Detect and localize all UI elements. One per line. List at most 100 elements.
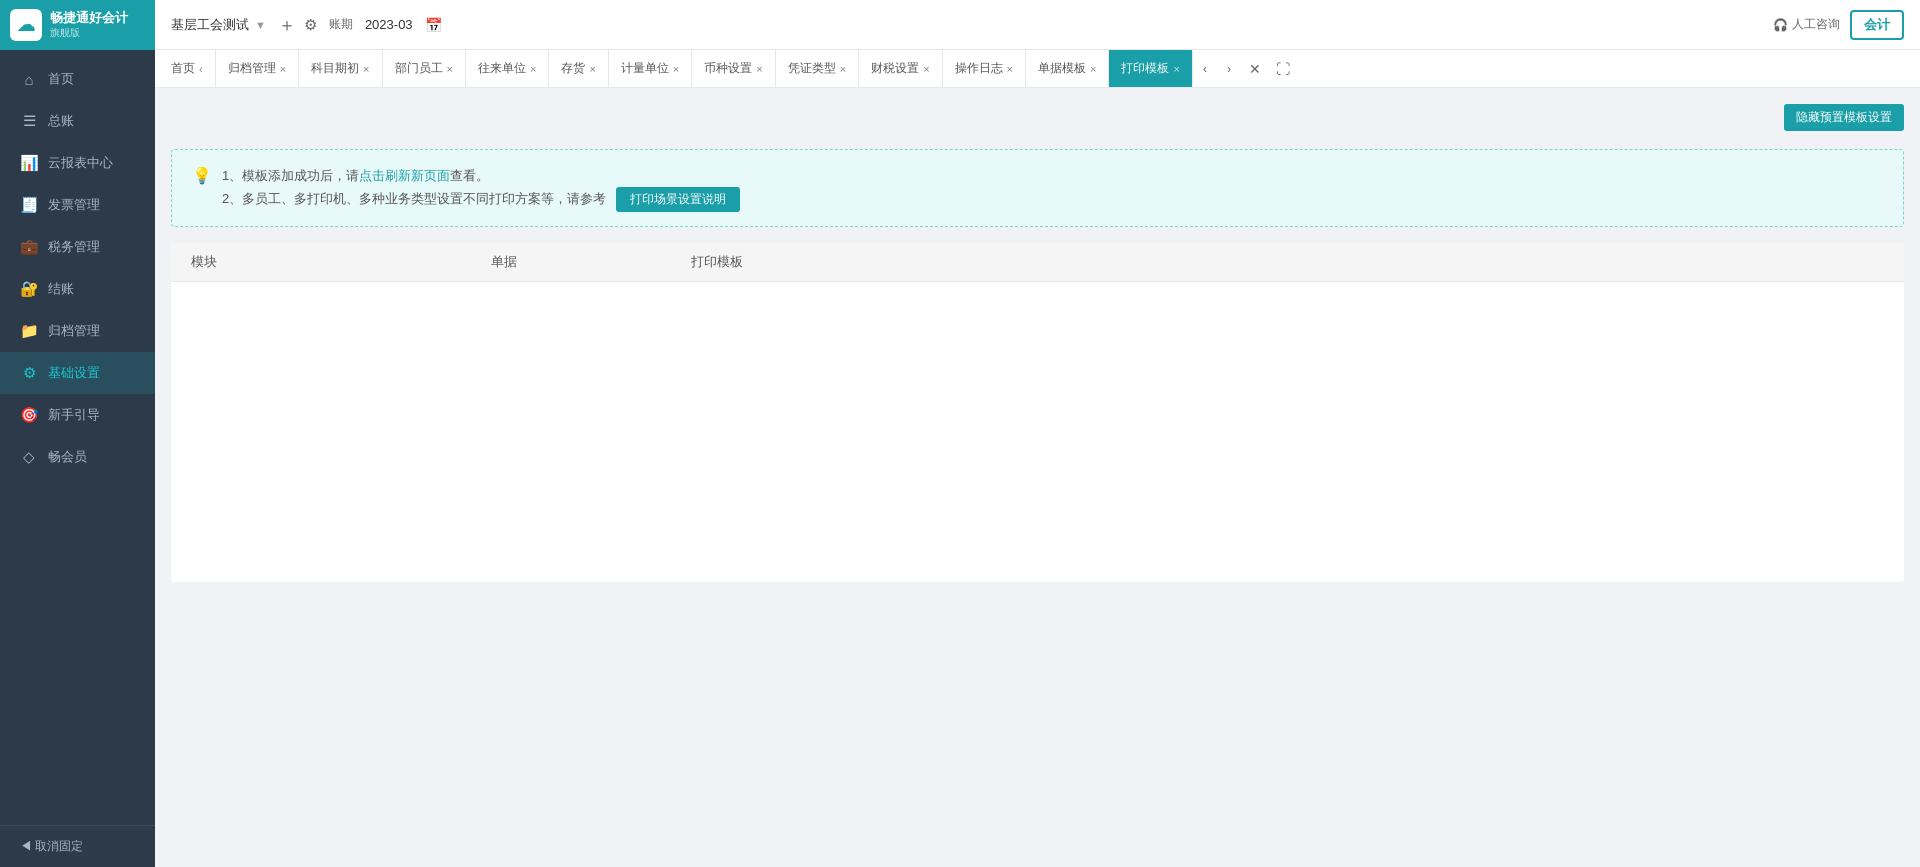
print-template-table: 模块 单据 打印模板 [171, 243, 1904, 582]
sidebar-label-guide: 新手引导 [48, 406, 100, 424]
bulb-icon: 💡 [192, 166, 212, 185]
headset-icon: 🎧 [1773, 18, 1788, 32]
company-name: 基层工会测试 [171, 16, 249, 34]
sidebar-label-tax: 税务管理 [48, 238, 100, 256]
main-area: 基层工会测试 ▼ ＋ ⚙ 账期 2023-03 📅 🎧 人工咨询 会计 首页 ‹… [155, 0, 1920, 867]
sidebar-item-closing[interactable]: 🔐 结账 [0, 268, 155, 310]
sidebar-item-member[interactable]: ◇ 畅会员 [0, 436, 155, 478]
tax-icon: 💼 [20, 238, 38, 256]
sidebar-nav: ⌂ 首页 ☰ 总账 📊 云报表中心 🧾 发票管理 💼 税务管理 🔐 结账 📁 归… [0, 50, 155, 825]
company-selector[interactable]: 基层工会测试 ▼ [171, 16, 266, 34]
tab-archive[interactable]: 归档管理 × [216, 50, 299, 88]
explain-button[interactable]: 打印场景设置说明 [616, 187, 740, 212]
member-icon: ◇ [20, 448, 38, 466]
table-header-row: 模块 单据 打印模板 [171, 243, 1904, 282]
tab-prev-button[interactable]: ‹ [1193, 50, 1217, 88]
tab-unit[interactable]: 计量单位 × [609, 50, 692, 88]
tab-department-label: 部门员工 [395, 60, 443, 77]
tab-print[interactable]: 打印模板 × [1109, 50, 1192, 88]
tab-print-label: 打印模板 [1121, 60, 1169, 77]
sidebar-item-reports[interactable]: 📊 云报表中心 [0, 142, 155, 184]
app-logo: ☁ 畅捷通好会计 旗舰版 [0, 0, 155, 50]
ledger-icon: ☰ [20, 112, 38, 130]
sidebar: ☁ 畅捷通好会计 旗舰版 ⌂ 首页 ☰ 总账 📊 云报表中心 🧾 发票管理 💼 … [0, 0, 155, 867]
sidebar-item-invoice[interactable]: 🧾 发票管理 [0, 184, 155, 226]
tab-home-label: 首页 [171, 60, 195, 77]
tab-subject[interactable]: 科目期初 × [299, 50, 382, 88]
tab-currency-label: 币种设置 [704, 60, 752, 77]
tab-partner[interactable]: 往来单位 × [466, 50, 549, 88]
tab-close-all-button[interactable]: ✕ [1241, 50, 1269, 88]
sidebar-item-settings[interactable]: ⚙ 基础设置 [0, 352, 155, 394]
home-icon: ⌂ [20, 71, 38, 88]
logo-icon: ☁ [10, 9, 42, 41]
sidebar-label-home: 首页 [48, 70, 74, 88]
tab-partner-close-icon[interactable]: × [530, 63, 536, 75]
unpin-button[interactable]: ◀ 取消固定 [0, 825, 155, 867]
invoice-icon: 🧾 [20, 196, 38, 214]
calendar-icon[interactable]: 📅 [425, 17, 442, 33]
notice-box: 💡 1、模板添加成功后，请点击刷新新页面查看。 2、多员工、多打印机、多种业务类… [171, 149, 1904, 227]
tab-voucher-close-icon[interactable]: × [840, 63, 846, 75]
tab-maximize-button[interactable]: ⛶ [1269, 50, 1297, 88]
tab-archive-close-icon[interactable]: × [280, 63, 286, 75]
tab-oplog-close-icon[interactable]: × [1007, 63, 1013, 75]
tab-inventory[interactable]: 存货 × [549, 50, 608, 88]
tab-single-close-icon[interactable]: × [1090, 63, 1096, 75]
tab-single[interactable]: 单据模板 × [1026, 50, 1109, 88]
accountant-button[interactable]: 会计 [1850, 10, 1904, 40]
tab-bar: 首页 ‹ 归档管理 × 科目期初 × 部门员工 × 往来单位 × 存货 × 计量… [155, 50, 1920, 88]
col-header-module: 模块 [191, 253, 491, 271]
tab-print-close-icon[interactable]: × [1173, 63, 1179, 75]
sidebar-item-guide[interactable]: 🎯 新手引导 [0, 394, 155, 436]
tab-finance-close-icon[interactable]: × [923, 63, 929, 75]
topbar-actions: ＋ ⚙ [278, 13, 317, 37]
tab-single-label: 单据模板 [1038, 60, 1086, 77]
tab-subject-close-icon[interactable]: × [363, 63, 369, 75]
tab-department-close-icon[interactable]: × [447, 63, 453, 75]
tab-unit-label: 计量单位 [621, 60, 669, 77]
add-company-icon[interactable]: ＋ [278, 13, 296, 37]
tab-voucher[interactable]: 凭证类型 × [776, 50, 859, 88]
human-service-button[interactable]: 🎧 人工咨询 [1773, 16, 1840, 33]
sidebar-label-archive: 归档管理 [48, 322, 100, 340]
notice-line2: 2、多员工、多打印机、多种业务类型设置不同打印方案等，请参考 打印场景设置说明 [222, 187, 740, 212]
hide-preview-button[interactable]: 隐藏预置模板设置 [1784, 104, 1904, 131]
notice-line1: 1、模板添加成功后，请点击刷新新页面查看。 [222, 164, 740, 187]
sidebar-item-tax[interactable]: 💼 税务管理 [0, 226, 155, 268]
app-name: 畅捷通好会计 [50, 10, 128, 27]
tab-currency-close-icon[interactable]: × [756, 63, 762, 75]
tab-inventory-label: 存货 [561, 60, 585, 77]
sidebar-label-ledger: 总账 [48, 112, 74, 130]
tab-unit-close-icon[interactable]: × [673, 63, 679, 75]
sidebar-label-reports: 云报表中心 [48, 154, 113, 172]
reports-icon: 📊 [20, 154, 38, 172]
company-settings-icon[interactable]: ⚙ [304, 16, 317, 34]
sidebar-item-archive[interactable]: 📁 归档管理 [0, 310, 155, 352]
tab-partner-label: 往来单位 [478, 60, 526, 77]
tab-finance-label: 财税设置 [871, 60, 919, 77]
tab-home[interactable]: 首页 ‹ [159, 50, 216, 88]
sidebar-item-ledger[interactable]: ☰ 总账 [0, 100, 155, 142]
col-header-single: 单据 [491, 253, 691, 271]
tab-archive-label: 归档管理 [228, 60, 276, 77]
tab-department[interactable]: 部门员工 × [383, 50, 466, 88]
tab-next-button[interactable]: › [1217, 50, 1241, 88]
settings-icon: ⚙ [20, 364, 38, 382]
period-label: 账期 [329, 16, 353, 33]
tab-currency[interactable]: 币种设置 × [692, 50, 775, 88]
sidebar-item-home[interactable]: ⌂ 首页 [0, 58, 155, 100]
content-area: 隐藏预置模板设置 💡 1、模板添加成功后，请点击刷新新页面查看。 2、多员工、多… [155, 88, 1920, 867]
tab-finance[interactable]: 财税设置 × [859, 50, 942, 88]
notice-line1-prefix: 1、模板添加成功后，请 [222, 168, 359, 183]
tab-subject-label: 科目期初 [311, 60, 359, 77]
tab-home-prev-icon: ‹ [199, 63, 203, 75]
top-bar: 基层工会测试 ▼ ＋ ⚙ 账期 2023-03 📅 🎧 人工咨询 会计 [155, 0, 1920, 50]
tab-inventory-close-icon[interactable]: × [589, 63, 595, 75]
tab-oplog[interactable]: 操作日志 × [943, 50, 1026, 88]
notice-line1-suffix: 查看。 [450, 168, 489, 183]
company-dropdown-icon: ▼ [255, 19, 266, 31]
sidebar-label-member: 畅会员 [48, 448, 87, 466]
notice-refresh-link[interactable]: 点击刷新新页面 [359, 168, 450, 183]
unpin-label: ◀ 取消固定 [20, 838, 83, 855]
